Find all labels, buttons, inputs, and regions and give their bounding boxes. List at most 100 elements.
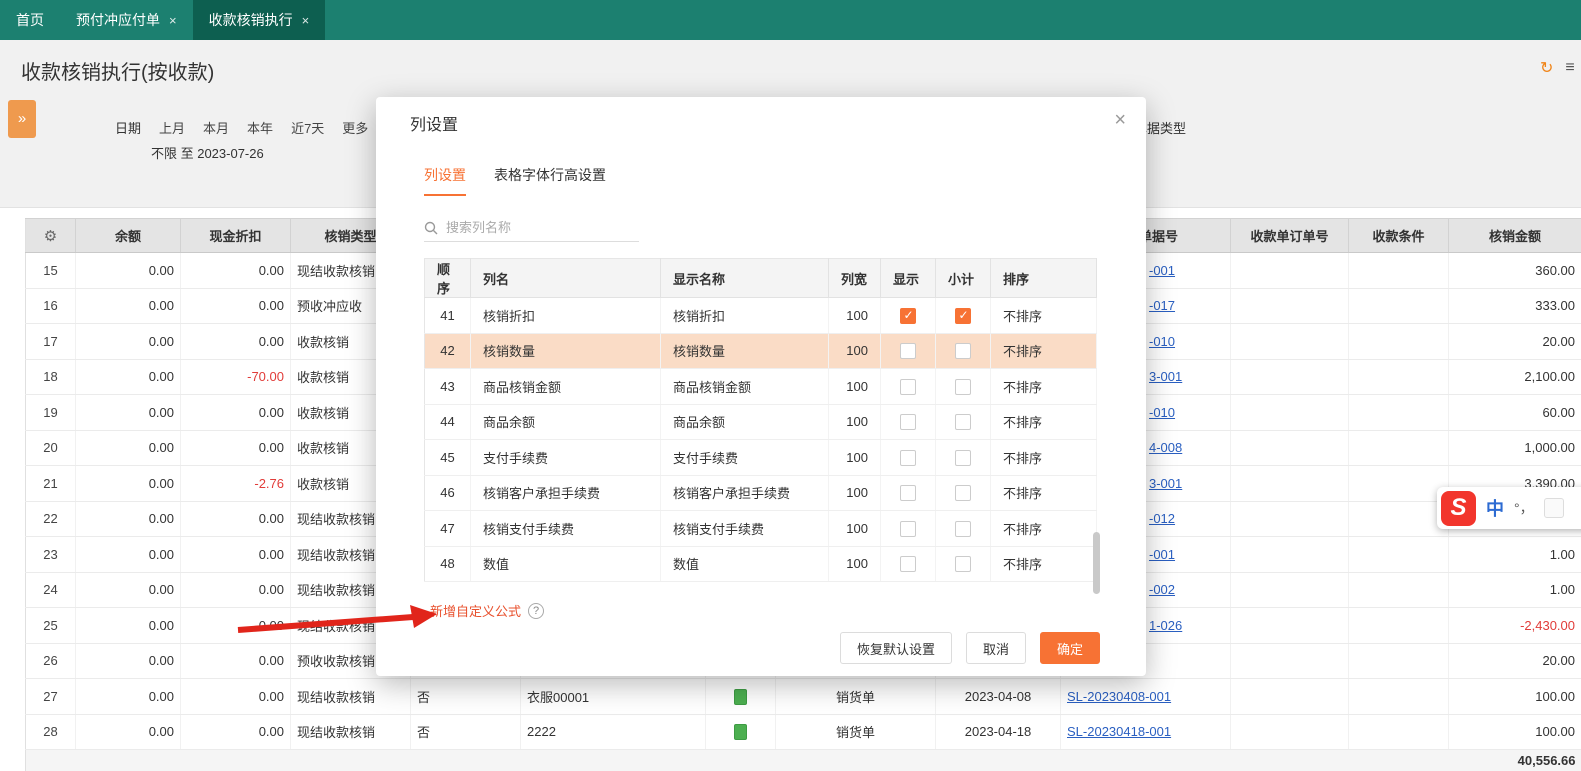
search-input[interactable] bbox=[446, 220, 626, 235]
show-checkbox[interactable] bbox=[900, 485, 916, 502]
doc-no-link[interactable]: SL-20230408-001 bbox=[1067, 689, 1171, 704]
cell-sort[interactable]: 不排序 bbox=[990, 368, 1097, 405]
column-setting-row[interactable]: 48 数值 数值 100 不排序 bbox=[424, 546, 1097, 582]
show-checkbox[interactable] bbox=[900, 520, 916, 537]
subtotal-checkbox[interactable] bbox=[955, 414, 971, 431]
column-settings-header[interactable]: ⚙ bbox=[25, 218, 76, 253]
column-setting-row[interactable]: 43 商品核销金额 商品核销金额 100 不排序 bbox=[424, 368, 1097, 405]
subtotal-checkbox[interactable] bbox=[955, 449, 971, 466]
cell-width[interactable]: 100 bbox=[828, 510, 881, 547]
show-checkbox[interactable] bbox=[900, 449, 916, 466]
cell-order: 45 bbox=[424, 439, 471, 476]
cell-column-name: 核销数量 bbox=[470, 333, 661, 369]
date-label: 日期 bbox=[115, 121, 142, 136]
cell-width[interactable]: 100 bbox=[828, 475, 881, 511]
cancel-button[interactable]: 取消 bbox=[965, 632, 1026, 664]
column-setting-row[interactable]: 41 核销折扣 核销折扣 100 不排序 bbox=[424, 297, 1097, 334]
cell-sort[interactable]: 不排序 bbox=[990, 333, 1097, 369]
cell-display-name[interactable]: 核销数量 bbox=[660, 333, 829, 369]
subtotal-checkbox[interactable] bbox=[955, 520, 971, 537]
ime-settings-icon[interactable] bbox=[1543, 498, 1564, 518]
header-cash-discount[interactable]: 现金折扣 bbox=[180, 218, 291, 253]
cell-display-name[interactable]: 商品核销金额 bbox=[660, 368, 829, 405]
cell-balance: 0.00 bbox=[75, 536, 181, 573]
header-writeoff-amount[interactable]: 核销金额 bbox=[1448, 218, 1581, 253]
tab-label: 首页 bbox=[16, 12, 44, 28]
attachment-icon[interactable] bbox=[734, 724, 747, 741]
close-icon[interactable]: × bbox=[302, 13, 310, 28]
filter-more[interactable]: 更多 bbox=[342, 118, 368, 137]
close-icon[interactable]: × bbox=[1114, 109, 1126, 132]
subtotal-checkbox[interactable] bbox=[955, 556, 971, 573]
add-custom-formula-link[interactable]: 新增自定义公式 bbox=[430, 601, 521, 620]
subtotal-checkbox[interactable] bbox=[955, 378, 971, 395]
doc-no-link[interactable]: SL-20230418-001 bbox=[1067, 724, 1171, 739]
header-balance[interactable]: 余额 bbox=[75, 218, 181, 253]
confirm-button[interactable]: 确定 bbox=[1039, 632, 1100, 664]
tab-font-row-height[interactable]: 表格字体行高设置 bbox=[494, 165, 606, 196]
ime-toolbar: S 中 °， bbox=[1437, 487, 1581, 529]
cell-sort[interactable]: 不排序 bbox=[990, 297, 1097, 334]
cell-order-no bbox=[1230, 536, 1349, 573]
tab-receipt-writeoff[interactable]: 收款核销执行 × bbox=[192, 0, 326, 40]
cell-width[interactable]: 100 bbox=[828, 333, 881, 369]
show-checkbox[interactable] bbox=[900, 378, 916, 395]
ime-language-toggle[interactable]: 中 bbox=[1486, 495, 1504, 521]
cell-sort[interactable]: 不排序 bbox=[990, 439, 1097, 476]
cell-display-name[interactable]: 数值 bbox=[660, 546, 829, 582]
ime-logo-icon[interactable]: S bbox=[1441, 490, 1476, 526]
cell-display-name[interactable]: 商品余额 bbox=[660, 404, 829, 440]
column-setting-row[interactable]: 44 商品余额 商品余额 100 不排序 bbox=[424, 404, 1097, 440]
column-setting-row[interactable]: 47 核销支付手续费 核销支付手续费 100 不排序 bbox=[424, 510, 1097, 547]
menu-icon[interactable]: ≡ bbox=[1565, 59, 1574, 77]
table-row[interactable]: 28 0.00 0.00 现结收款核销 否 2222 销货单 2023-04-1… bbox=[25, 714, 1581, 750]
gear-icon[interactable]: ⚙ bbox=[44, 228, 57, 245]
show-checkbox[interactable] bbox=[900, 556, 916, 573]
tab-home[interactable]: 首页 bbox=[0, 0, 60, 40]
show-checkbox[interactable] bbox=[900, 343, 916, 360]
cell-condition bbox=[1348, 678, 1449, 715]
filter-last-7-days[interactable]: 近7天 bbox=[291, 118, 324, 137]
tab-label: 收款核销执行 bbox=[208, 12, 293, 28]
table-row[interactable]: 27 0.00 0.00 现结收款核销 否 衣服00001 销货单 2023-0… bbox=[25, 678, 1581, 715]
header-receipt-order-no[interactable]: 收款单订单号 bbox=[1230, 218, 1349, 253]
show-checkbox[interactable] bbox=[900, 414, 916, 431]
cell-sort[interactable]: 不排序 bbox=[990, 404, 1097, 440]
close-icon[interactable]: × bbox=[169, 13, 177, 28]
scrollbar-thumb[interactable] bbox=[1093, 532, 1100, 594]
cell-display-name[interactable]: 核销折扣 bbox=[660, 297, 829, 334]
cell-width[interactable]: 100 bbox=[828, 546, 881, 582]
tab-column-settings[interactable]: 列设置 bbox=[424, 165, 466, 196]
show-checkbox[interactable] bbox=[900, 307, 916, 324]
cell-width[interactable]: 100 bbox=[828, 297, 881, 334]
subtotal-checkbox[interactable] bbox=[955, 485, 971, 502]
column-setting-row[interactable]: 42 核销数量 核销数量 100 不排序 bbox=[424, 333, 1097, 369]
expand-sidebar-button[interactable]: » bbox=[8, 100, 36, 138]
filter-this-year[interactable]: 本年 bbox=[247, 118, 273, 137]
tab-prepay-writeoff[interactable]: 预付冲应付单 × bbox=[60, 0, 193, 40]
cell-sort[interactable]: 不排序 bbox=[990, 510, 1097, 547]
cell-width[interactable]: 100 bbox=[828, 439, 881, 476]
dialog-title: 列设置 bbox=[410, 117, 459, 134]
filter-this-month[interactable]: 本月 bbox=[203, 118, 229, 137]
subtotal-checkbox[interactable] bbox=[955, 307, 971, 324]
header-receipt-condition[interactable]: 收款条件 bbox=[1348, 218, 1449, 253]
help-icon[interactable]: ? bbox=[528, 602, 545, 619]
subtotal-checkbox[interactable] bbox=[955, 343, 971, 360]
refresh-icon[interactable]: ↻ bbox=[1540, 58, 1553, 78]
filter-last-month[interactable]: 上月 bbox=[159, 118, 185, 137]
attachment-icon[interactable] bbox=[734, 688, 747, 705]
cell-sort[interactable]: 不排序 bbox=[990, 475, 1097, 511]
ime-punctuation-icon[interactable]: °， bbox=[1514, 498, 1534, 518]
cell-width[interactable]: 100 bbox=[828, 368, 881, 405]
cell-display-name[interactable]: 核销支付手续费 bbox=[660, 510, 829, 547]
restore-defaults-button[interactable]: 恢复默认设置 bbox=[839, 632, 952, 664]
column-setting-row[interactable]: 46 核销客户承担手续费 核销客户承担手续费 100 不排序 bbox=[424, 475, 1097, 511]
cell-sort[interactable]: 不排序 bbox=[990, 546, 1097, 582]
cell-display-name[interactable]: 核销客户承担手续费 bbox=[660, 475, 829, 511]
cell-writeoff-type: 现结收款核销 bbox=[290, 678, 411, 715]
cell-width[interactable]: 100 bbox=[828, 404, 881, 440]
cell-display-name[interactable]: 支付手续费 bbox=[660, 439, 829, 476]
cell-balance: 0.00 bbox=[75, 714, 181, 750]
column-setting-row[interactable]: 45 支付手续费 支付手续费 100 不排序 bbox=[424, 439, 1097, 476]
